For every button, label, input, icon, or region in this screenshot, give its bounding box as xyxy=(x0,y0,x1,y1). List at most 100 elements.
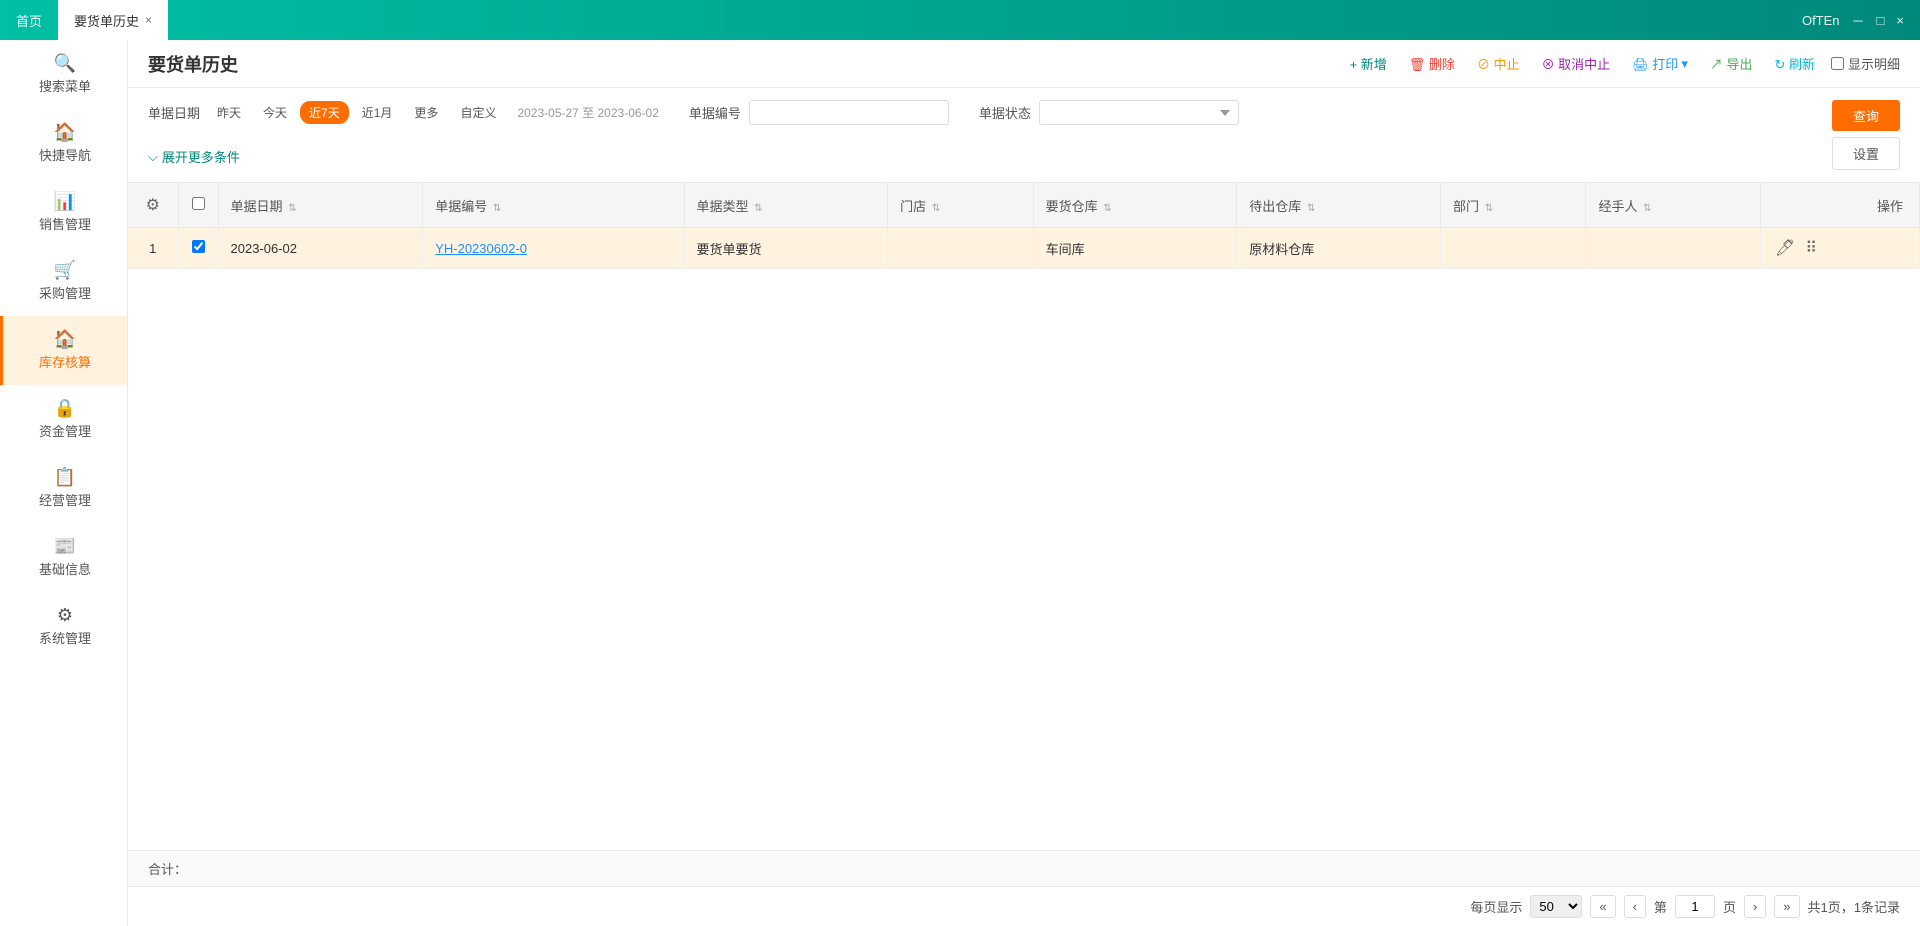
sidebar-item-nav[interactable]: 🏠 快捷导航 xyxy=(0,109,127,178)
filter-row-1: 单据日期 昨天 今天 近7天 近1月 更多 自定义 2023-05-27 至 2… xyxy=(148,100,1812,125)
edit-icon[interactable]: 🖊 xyxy=(1773,236,1797,260)
sidebar-item-finance[interactable]: 🔒 资金管理 xyxy=(0,385,127,454)
inventory-icon: 🏠 xyxy=(54,330,76,348)
page-header: 要货单历史 + 新增 🗑 删除 ⊘ 中止 ⊗ 取消中止 🖨 打印 ▾ xyxy=(128,40,1920,88)
select-all-checkbox[interactable] xyxy=(192,197,205,210)
tab-home-label: 首页 xyxy=(16,11,42,30)
chevron-down-icon: ⌵ xyxy=(148,149,158,165)
date-btn-1month[interactable]: 近1月 xyxy=(353,101,402,124)
basic-info-icon: 📰 xyxy=(54,537,76,555)
sidebar-item-system[interactable]: ⚙ 系统管理 xyxy=(0,592,127,661)
date-btn-yesterday[interactable]: 昨天 xyxy=(208,101,250,124)
toolbar: + 新增 🗑 删除 ⊘ 中止 ⊗ 取消中止 🖨 打印 ▾ ↗ 导出 xyxy=(1344,50,1900,77)
sidebar-item-sales[interactable]: 📊 销售管理 xyxy=(0,178,127,247)
sort-icon-req-warehouse[interactable]: ⇅ xyxy=(1103,203,1111,214)
expand-more-btn[interactable]: ⌵ 展开更多条件 xyxy=(148,143,1812,170)
print-button[interactable]: 🖨 打印 ▾ xyxy=(1626,50,1694,77)
date-btn-more[interactable]: 更多 xyxy=(405,101,447,124)
sidebar-item-inventory[interactable]: 🏠 库存核算 xyxy=(0,316,127,385)
pagination: 每页显示 50 10 20 100 « ‹ 第 页 › » 共1页，1条记录 xyxy=(128,886,1920,926)
page-input[interactable] xyxy=(1675,895,1715,918)
col-store: 门店 ⇅ xyxy=(888,183,1033,228)
sort-icon-doc-date[interactable]: ⇅ xyxy=(288,203,296,214)
sort-icon-doc-type[interactable]: ⇅ xyxy=(754,203,762,214)
next-page-btn[interactable]: › xyxy=(1744,895,1766,918)
col-checkbox xyxy=(178,183,218,228)
date-btn-custom[interactable]: 自定义 xyxy=(451,101,505,124)
docno-input[interactable] xyxy=(749,100,949,125)
filter-area: 单据日期 昨天 今天 近7天 近1月 更多 自定义 2023-05-27 至 2… xyxy=(128,88,1920,183)
date-range-display: 2023-05-27 至 2023-06-02 xyxy=(517,104,658,121)
filter-divider: 单据日期 昨天 今天 近7天 近1月 更多 自定义 2023-05-27 至 2… xyxy=(148,100,1900,170)
action-icons: 🖊 ⠿ xyxy=(1773,236,1907,260)
col-doc-no-label: 单据编号 xyxy=(435,199,487,214)
date-btn-today[interactable]: 今天 xyxy=(254,101,296,124)
stop-btn-label: ⊘ 中止 xyxy=(1477,54,1520,73)
main-layout: 🔍 搜索菜单 🏠 快捷导航 📊 销售管理 🛒 采购管理 🏠 库存核算 🔒 资金管… xyxy=(0,40,1920,926)
col-handler: 经手人 ⇅ xyxy=(1586,183,1761,228)
row-doc-date: 2023-06-02 xyxy=(218,228,423,269)
tab-requisition-history-label: 要货单历史 xyxy=(74,11,139,30)
col-doc-type: 单据类型 ⇅ xyxy=(684,183,888,228)
user-label[interactable]: OfTEn xyxy=(1802,13,1840,28)
sort-icon-store[interactable]: ⇅ xyxy=(932,203,940,214)
tab-requisition-history[interactable]: 要货单历史 × xyxy=(58,0,168,40)
row-checkbox-cell xyxy=(178,228,218,269)
page-size-select[interactable]: 50 10 20 100 xyxy=(1530,895,1582,918)
first-page-btn[interactable]: « xyxy=(1590,895,1615,918)
sidebar-item-sales-label: 销售管理 xyxy=(39,214,91,233)
purchase-icon: 🛒 xyxy=(54,261,76,279)
summary-label: 合计： xyxy=(148,862,187,877)
sidebar-item-search[interactable]: 🔍 搜索菜单 xyxy=(0,40,127,109)
sort-icon-handler[interactable]: ⇅ xyxy=(1643,203,1651,214)
new-button[interactable]: + 新增 xyxy=(1344,50,1393,77)
last-page-btn[interactable]: » xyxy=(1774,895,1799,918)
row-req-warehouse: 车间库 xyxy=(1033,228,1237,269)
window-close-btn[interactable]: × xyxy=(1896,13,1904,28)
export-button[interactable]: ↗ 导出 xyxy=(1704,50,1759,77)
sidebar-item-operations[interactable]: 📋 经营管理 xyxy=(0,454,127,523)
col-doc-no: 单据编号 ⇅ xyxy=(423,183,684,228)
sidebar-item-basic-info-label: 基础信息 xyxy=(39,559,91,578)
sidebar-item-purchase[interactable]: 🛒 采购管理 xyxy=(0,247,127,316)
stop-button[interactable]: ⊘ 中止 xyxy=(1471,50,1526,77)
delete-button[interactable]: 🗑 删除 xyxy=(1403,50,1461,77)
more-icon[interactable]: ⠿ xyxy=(1803,236,1819,260)
date-btn-7days[interactable]: 近7天 xyxy=(300,101,349,124)
status-select[interactable] xyxy=(1039,100,1239,125)
row-doc-no-link[interactable]: YH-20230602-0 xyxy=(435,241,527,256)
col-settings-btn[interactable]: ⚙ xyxy=(142,193,164,217)
display-detail-toggle[interactable]: 显示明细 xyxy=(1831,54,1900,73)
refresh-button[interactable]: ↻ 刷新 xyxy=(1768,50,1821,77)
col-doc-type-label: 单据类型 xyxy=(697,199,749,214)
status-filter-label: 单据状态 xyxy=(979,103,1031,122)
table-row: 1 2023-06-02 YH-20230602-0 要货单要货 车间库 原材料… xyxy=(128,228,1920,269)
tab-close-icon[interactable]: × xyxy=(145,13,152,27)
window-maximize-btn[interactable]: □ xyxy=(1877,13,1885,28)
sort-icon-department[interactable]: ⇅ xyxy=(1485,203,1493,214)
cancel-stop-button[interactable]: ⊗ 取消中止 xyxy=(1536,50,1617,77)
print-dropdown-icon: ▾ xyxy=(1681,56,1688,72)
delete-btn-label: 🗑 删除 xyxy=(1409,54,1455,73)
col-pending-warehouse: 待出仓库 ⇅ xyxy=(1237,183,1441,228)
prev-page-btn[interactable]: ‹ xyxy=(1624,895,1646,918)
sidebar: 🔍 搜索菜单 🏠 快捷导航 📊 销售管理 🛒 采购管理 🏠 库存核算 🔒 资金管… xyxy=(0,40,128,926)
query-button[interactable]: 查询 xyxy=(1832,100,1900,131)
col-pending-warehouse-label: 待出仓库 xyxy=(1249,199,1301,214)
system-icon: ⚙ xyxy=(57,606,73,624)
sort-icon-doc-no[interactable]: ⇅ xyxy=(493,203,501,214)
col-req-warehouse: 要货仓库 ⇅ xyxy=(1033,183,1237,228)
window-minimize-btn[interactable]: － xyxy=(1852,11,1865,30)
tab-home[interactable]: 首页 xyxy=(0,0,58,40)
row-checkbox[interactable] xyxy=(192,240,205,253)
display-detail-checkbox[interactable] xyxy=(1831,57,1844,70)
operations-icon: 📋 xyxy=(54,468,76,486)
sidebar-item-basic-info[interactable]: 📰 基础信息 xyxy=(0,523,127,592)
row-num: 1 xyxy=(128,228,178,269)
row-doc-type: 要货单要货 xyxy=(684,228,888,269)
col-req-warehouse-label: 要货仓库 xyxy=(1046,199,1098,214)
sort-icon-pending-warehouse[interactable]: ⇅ xyxy=(1307,203,1315,214)
setting-button[interactable]: 设置 xyxy=(1832,137,1900,170)
export-btn-label: ↗ 导出 xyxy=(1710,54,1753,73)
sidebar-item-operations-label: 经营管理 xyxy=(39,490,91,509)
